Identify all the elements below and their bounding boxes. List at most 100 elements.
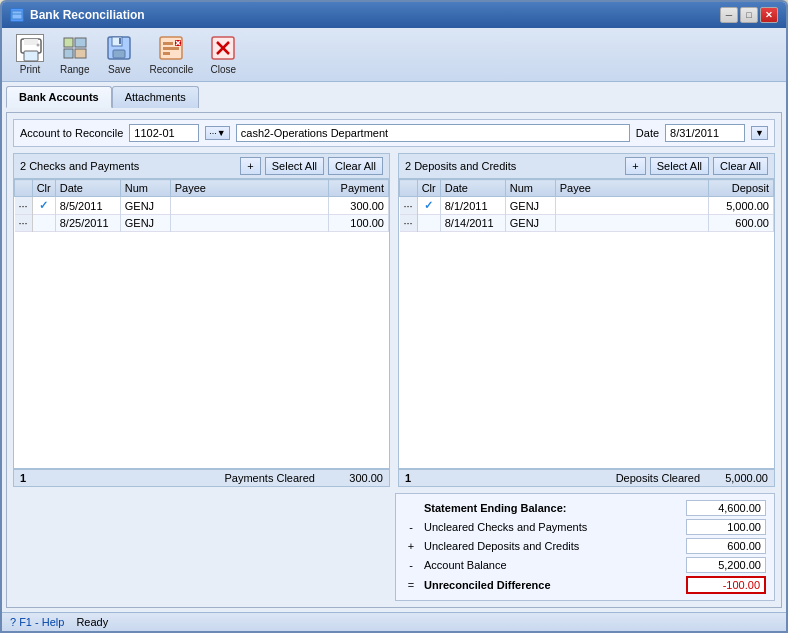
unreconciled-diff-row: = Unreconciled Difference -100.00 — [404, 576, 766, 594]
row-indicator: ··· — [400, 215, 418, 232]
reconcile-button[interactable]: Reconcile — [143, 32, 199, 77]
tabs: Bank Accounts Attachments — [6, 86, 782, 108]
maximize-button[interactable]: □ — [740, 7, 758, 23]
uncleared-deposits-row: + Uncleared Deposits and Credits 600.00 — [404, 538, 766, 554]
payee-cell — [170, 197, 328, 215]
date-input[interactable] — [665, 124, 745, 142]
toolbar: Print Range Save — [2, 28, 786, 82]
summary-section: Statement Ending Balance: 4,600.00 - Unc… — [395, 493, 775, 601]
minus-symbol-2: - — [404, 559, 418, 571]
deposits-col-clr: Clr — [417, 180, 440, 197]
statement-balance-value: 4,600.00 — [686, 500, 766, 516]
range-icon — [61, 34, 89, 62]
svg-rect-6 — [64, 38, 73, 47]
deposits-select-all-button[interactable]: Select All — [650, 157, 709, 175]
tab-attachments[interactable]: Attachments — [112, 86, 199, 108]
close-window-button[interactable]: ✕ — [760, 7, 778, 23]
table-row[interactable]: ··· ✓ 8/1/2011 GENJ 5,000.00 — [400, 197, 774, 215]
plus-symbol: + — [404, 540, 418, 552]
help-link[interactable]: ? F1 - Help — [10, 616, 64, 628]
toolbar-close-button[interactable]: Close — [203, 32, 243, 77]
minimize-button[interactable]: ─ — [720, 7, 738, 23]
payment-cell: 100.00 — [329, 215, 389, 232]
num-cell: GENJ — [505, 197, 555, 215]
num-cell: GENJ — [505, 215, 555, 232]
checks-col-payee: Payee — [170, 180, 328, 197]
window-title: Bank Reconciliation — [30, 8, 145, 22]
date-cell: 8/25/2011 — [55, 215, 120, 232]
row-indicator: ··· — [15, 197, 33, 215]
statement-balance-label: Statement Ending Balance: — [424, 502, 680, 514]
tables-row: 2 Checks and Payments + Select All Clear… — [13, 153, 775, 487]
uncleared-checks-label: Uncleared Checks and Payments — [424, 521, 680, 533]
statement-balance-row: Statement Ending Balance: 4,600.00 — [404, 500, 766, 516]
print-icon — [16, 34, 44, 62]
account-bar: Account to Reconcile ···▼ Date ▼ — [13, 119, 775, 147]
checks-select-all-button[interactable]: Select All — [265, 157, 324, 175]
svg-rect-4 — [24, 39, 38, 45]
uncleared-deposits-label: Uncleared Deposits and Credits — [424, 540, 680, 552]
date-label: Date — [636, 127, 659, 139]
content-area: Bank Accounts Attachments Account to Rec… — [2, 82, 786, 612]
status-text: Ready — [76, 616, 108, 628]
svg-rect-3 — [24, 51, 38, 61]
cleared-cell — [32, 215, 55, 232]
svg-rect-15 — [163, 42, 173, 45]
deposits-footer-num: 1 — [405, 472, 425, 484]
deposits-footer-label: Deposits Cleared — [425, 472, 708, 484]
table-row[interactable]: ··· 8/14/2011 GENJ 600.00 — [400, 215, 774, 232]
deposits-clear-all-button[interactable]: Clear All — [713, 157, 768, 175]
checks-section: 2 Checks and Payments + Select All Clear… — [13, 153, 390, 487]
deposit-cell: 600.00 — [709, 215, 774, 232]
payee-cell — [555, 215, 708, 232]
checks-footer-num: 1 — [20, 472, 40, 484]
deposits-col-indicator — [400, 180, 418, 197]
deposits-col-deposit: Deposit — [709, 180, 774, 197]
tab-bank-accounts[interactable]: Bank Accounts — [6, 86, 112, 108]
range-label: Range — [60, 64, 89, 75]
main-panel: Account to Reconcile ···▼ Date ▼ 2 Check… — [6, 112, 782, 608]
checks-clear-all-button[interactable]: Clear All — [328, 157, 383, 175]
row-indicator: ··· — [400, 197, 418, 215]
svg-rect-9 — [75, 49, 86, 58]
title-controls: ─ □ ✕ — [720, 7, 778, 23]
checks-col-clr: Clr — [32, 180, 55, 197]
save-button[interactable]: Save — [99, 32, 139, 77]
help-icon: ? — [10, 616, 16, 628]
deposits-footer-value: 5,000.00 — [708, 472, 768, 484]
deposits-col-payee: Payee — [555, 180, 708, 197]
num-cell: GENJ — [120, 215, 170, 232]
equals-symbol: = — [404, 579, 418, 591]
range-button[interactable]: Range — [54, 32, 95, 77]
svg-rect-12 — [113, 50, 125, 58]
checks-add-button[interactable]: + — [240, 157, 260, 175]
title-bar-left: Bank Reconciliation — [10, 8, 145, 22]
deposits-add-button[interactable]: + — [625, 157, 645, 175]
svg-point-5 — [37, 44, 40, 47]
print-button[interactable]: Print — [10, 32, 50, 77]
date-dropdown-button[interactable]: ▼ — [751, 126, 768, 140]
title-bar: Bank Reconciliation ─ □ ✕ — [2, 2, 786, 28]
svg-rect-0 — [12, 11, 22, 19]
date-cell: 8/14/2011 — [440, 215, 505, 232]
account-name-input[interactable] — [236, 124, 630, 142]
uncleared-checks-row: - Uncleared Checks and Payments 100.00 — [404, 519, 766, 535]
checks-table-wrapper: Clr Date Num Payee Payment ··· — [13, 178, 390, 469]
help-label: F1 - Help — [19, 616, 64, 628]
svg-rect-17 — [163, 52, 170, 55]
account-browse-button[interactable]: ···▼ — [205, 126, 229, 140]
cleared-cell: ✓ — [32, 197, 55, 215]
payee-cell — [170, 215, 328, 232]
checks-footer-value: 300.00 — [323, 472, 383, 484]
close-icon — [209, 34, 237, 62]
date-cell: 8/5/2011 — [55, 197, 120, 215]
uncleared-deposits-value: 600.00 — [686, 538, 766, 554]
table-row[interactable]: ··· 8/25/2011 GENJ 100.00 — [15, 215, 389, 232]
deposits-section: 2 Deposits and Credits + Select All Clea… — [398, 153, 775, 487]
table-row[interactable]: ··· ✓ 8/5/2011 GENJ 300.00 — [15, 197, 389, 215]
checks-footer: 1 Payments Cleared 300.00 — [13, 469, 390, 487]
svg-rect-8 — [64, 49, 73, 58]
checks-section-title: 2 Checks and Payments — [20, 160, 236, 172]
account-to-reconcile-label: Account to Reconcile — [20, 127, 123, 139]
account-number-input[interactable] — [129, 124, 199, 142]
